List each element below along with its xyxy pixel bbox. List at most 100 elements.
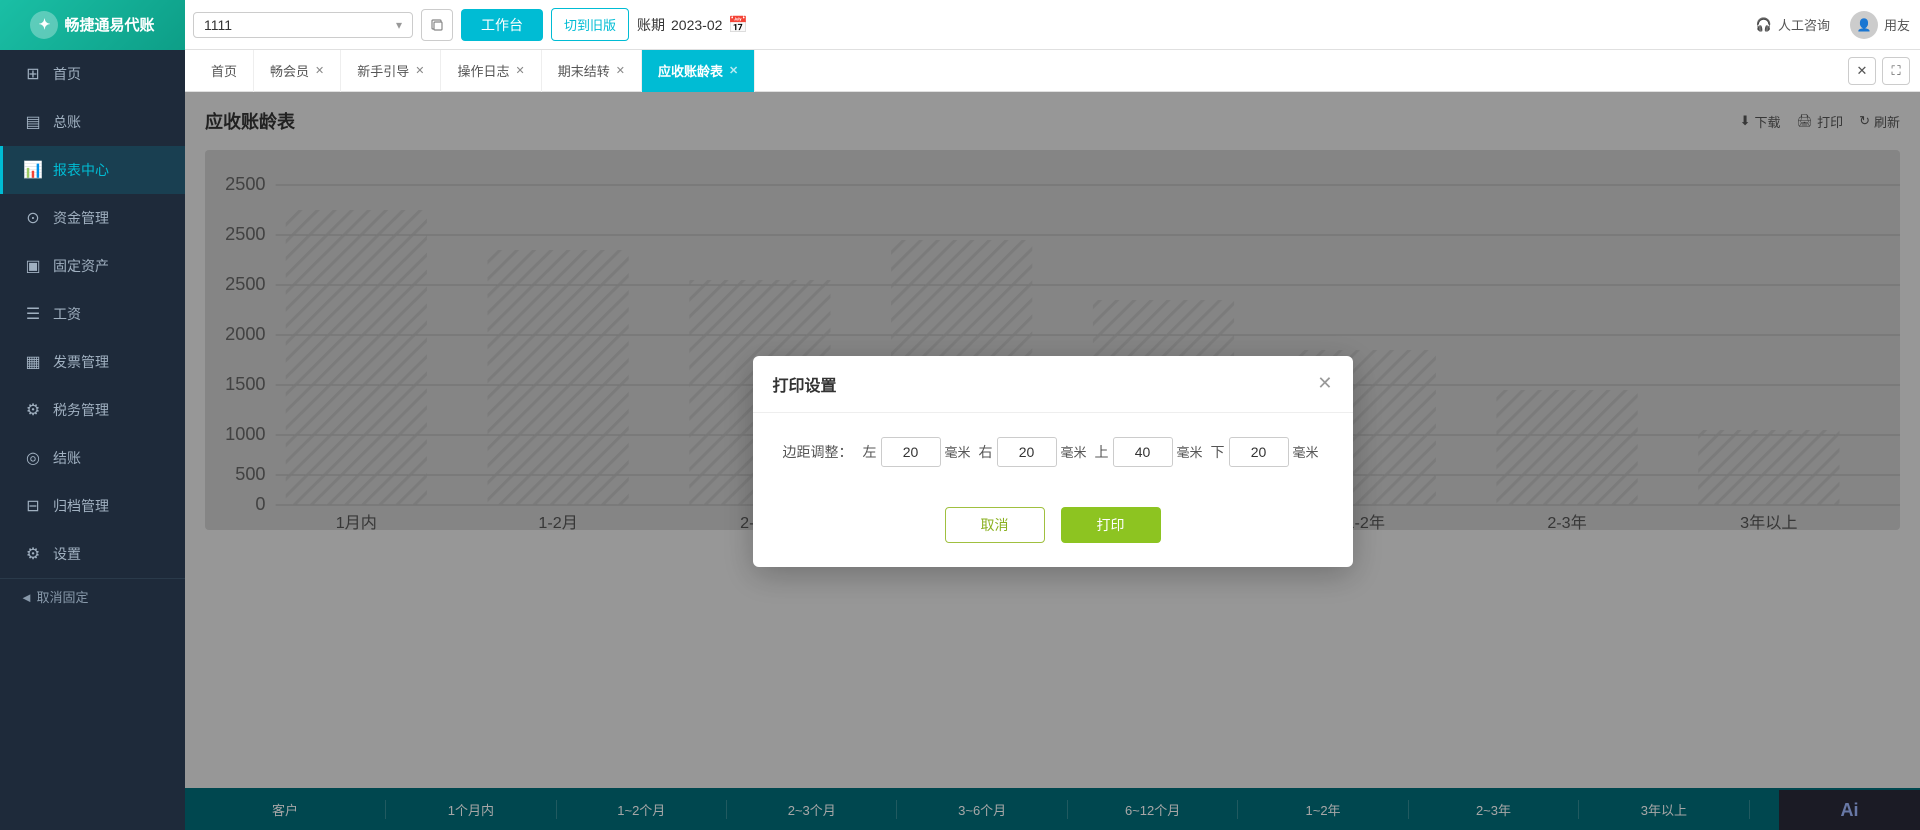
close-icon: ◎	[23, 448, 43, 468]
tab-oplog[interactable]: 操作日志 ✕	[441, 50, 541, 92]
main-layout: ⊞ 首页 ▤ 总账 📊 报表中心 ⊙ 资金管理 ▣ 固定资产 ☰ 工资	[0, 50, 1920, 830]
content-area: 首页 畅会员 ✕ 新手引导 ✕ 操作日志 ✕ 期末结转 ✕	[185, 50, 1920, 830]
sidebar-item-label: 设置	[53, 544, 81, 564]
tab-period-close-label: 期末结转	[558, 61, 610, 80]
collapse-label: ◄ 取消固定	[20, 587, 88, 606]
right-input[interactable]	[997, 437, 1057, 467]
tab-maximize-btn[interactable]: ⛶	[1882, 57, 1910, 85]
cancel-button[interactable]: 取消	[945, 507, 1045, 543]
sidebar-item-settings[interactable]: ⚙ 设置	[0, 530, 185, 578]
margin-bottom-item: 下 毫米	[1211, 437, 1319, 467]
headset-icon: 🎧	[1756, 17, 1772, 33]
top-label: 上	[1095, 442, 1109, 462]
copy-icon	[429, 17, 445, 33]
header-right: 🎧 人工咨询 👤 用友	[1756, 11, 1910, 39]
avatar-icon: 👤	[1857, 18, 1872, 32]
left-unit: 毫米	[945, 442, 971, 461]
tab-oplog-label: 操作日志	[457, 61, 509, 80]
top-unit: 毫米	[1177, 442, 1203, 461]
modal-title: 打印设置	[773, 372, 837, 396]
tab-member-close[interactable]: ✕	[315, 64, 324, 77]
modal-header: 打印设置 ✕	[753, 356, 1353, 413]
sidebar-item-label: 结账	[53, 448, 81, 468]
consult-button[interactable]: 🎧 人工咨询	[1756, 15, 1830, 34]
reports-icon: 📊	[23, 160, 43, 180]
sidebar-item-archive[interactable]: ⊟ 归档管理	[0, 482, 185, 530]
period-label: 账期	[637, 15, 665, 35]
logo-area: ✦ 畅捷通易代账	[0, 0, 185, 50]
archive-icon: ⊟	[23, 496, 43, 516]
calendar-icon[interactable]: 📅	[728, 15, 748, 35]
avatar: 👤	[1850, 11, 1878, 39]
tab-close-all-btn[interactable]: ✕	[1848, 57, 1876, 85]
home-icon: ⊞	[23, 64, 43, 84]
sidebar-item-assets[interactable]: ▣ 固定资产	[0, 242, 185, 290]
sidebar-item-tax[interactable]: ⚙ 税务管理	[0, 386, 185, 434]
funds-icon: ⊙	[23, 208, 43, 228]
sidebar-collapse-btn[interactable]: ◄ 取消固定	[0, 578, 185, 614]
modal-close-button[interactable]: ✕	[1317, 373, 1332, 394]
top-input[interactable]	[1113, 437, 1173, 467]
tab-ar-aging-label: 应收账龄表	[658, 61, 723, 80]
sidebar-item-home[interactable]: ⊞ 首页	[0, 50, 185, 98]
sidebar-item-label: 税务管理	[53, 400, 109, 420]
user-label: 用友	[1884, 15, 1910, 34]
tab-member-label: 畅会员	[270, 61, 309, 80]
tab-ar-aging[interactable]: 应收账龄表 ✕	[642, 50, 755, 92]
sidebar-item-invoice[interactable]: ▦ 发票管理	[0, 338, 185, 386]
workbench-button[interactable]: 工作台	[461, 9, 543, 41]
margin-right-item: 右 毫米	[979, 437, 1087, 467]
left-input[interactable]	[881, 437, 941, 467]
modal-overlay: 打印设置 ✕ 边距调整： 左 毫米	[185, 92, 1920, 830]
settings-icon: ⚙	[23, 544, 43, 564]
bottom-unit: 毫米	[1293, 442, 1319, 461]
period-area: 账期 2023-02 📅	[637, 15, 748, 35]
tab-period-close[interactable]: 期末结转 ✕	[542, 50, 642, 92]
invoice-icon: ▦	[23, 352, 43, 372]
copy-icon-btn[interactable]	[421, 9, 453, 41]
print-confirm-button[interactable]: 打印	[1061, 507, 1161, 543]
tabs-right: ✕ ⛶	[1848, 57, 1910, 85]
sidebar-item-label: 发票管理	[53, 352, 109, 372]
sidebar-item-label: 首页	[53, 64, 81, 84]
sidebar-item-label: 总账	[53, 112, 81, 132]
sidebar-item-ledger[interactable]: ▤ 总账	[0, 98, 185, 146]
assets-icon: ▣	[23, 256, 43, 276]
tab-member[interactable]: 畅会员 ✕	[254, 50, 341, 92]
tabs-bar: 首页 畅会员 ✕ 新手引导 ✕ 操作日志 ✕ 期末结转 ✕	[185, 50, 1920, 92]
modal-footer: 取消 打印	[753, 491, 1353, 567]
company-selector[interactable]: 1111 ▾	[193, 12, 413, 38]
tab-guide-close[interactable]: ✕	[415, 64, 424, 77]
consult-label: 人工咨询	[1778, 15, 1830, 34]
sidebar-item-reports[interactable]: 📊 报表中心	[0, 146, 185, 194]
right-unit: 毫米	[1061, 442, 1087, 461]
bottom-label: 下	[1211, 442, 1225, 462]
sidebar-item-label: 固定资产	[53, 256, 109, 276]
payroll-icon: ☰	[23, 304, 43, 324]
period-value: 2023-02	[671, 17, 722, 33]
top-header: ✦ 畅捷通易代账 1111 ▾ 工作台 切到旧版 账期 2023-02 📅 🎧 …	[0, 0, 1920, 50]
tab-home-label: 首页	[211, 61, 237, 80]
sidebar-item-close[interactable]: ◎ 结账	[0, 434, 185, 482]
print-settings-modal: 打印设置 ✕ 边距调整： 左 毫米	[753, 356, 1353, 567]
sidebar-item-label: 资金管理	[53, 208, 109, 228]
tab-guide[interactable]: 新手引导 ✕	[341, 50, 441, 92]
switch-old-button[interactable]: 切到旧版	[551, 8, 629, 41]
company-name: 1111	[204, 17, 390, 33]
sidebar-item-label: 归档管理	[53, 496, 109, 516]
logo-text: 畅捷通易代账	[64, 14, 154, 35]
user-area[interactable]: 👤 用友	[1850, 11, 1910, 39]
form-row-margins: 边距调整： 左 毫米 右	[783, 437, 1323, 467]
tab-oplog-close[interactable]: ✕	[516, 64, 525, 77]
margin-group: 左 毫米 右 毫米	[863, 437, 1319, 467]
chevron-down-icon: ▾	[396, 18, 402, 32]
tab-home[interactable]: 首页	[195, 50, 254, 92]
tab-period-close-close[interactable]: ✕	[616, 64, 625, 77]
bottom-input[interactable]	[1229, 437, 1289, 467]
sidebar-item-funds[interactable]: ⊙ 资金管理	[0, 194, 185, 242]
sidebar-item-payroll[interactable]: ☰ 工资	[0, 290, 185, 338]
logo-icon: ✦	[30, 11, 58, 39]
tab-ar-aging-close[interactable]: ✕	[729, 64, 738, 77]
sidebar-item-label: 报表中心	[53, 160, 109, 180]
margin-form-label: 边距调整：	[783, 442, 853, 462]
